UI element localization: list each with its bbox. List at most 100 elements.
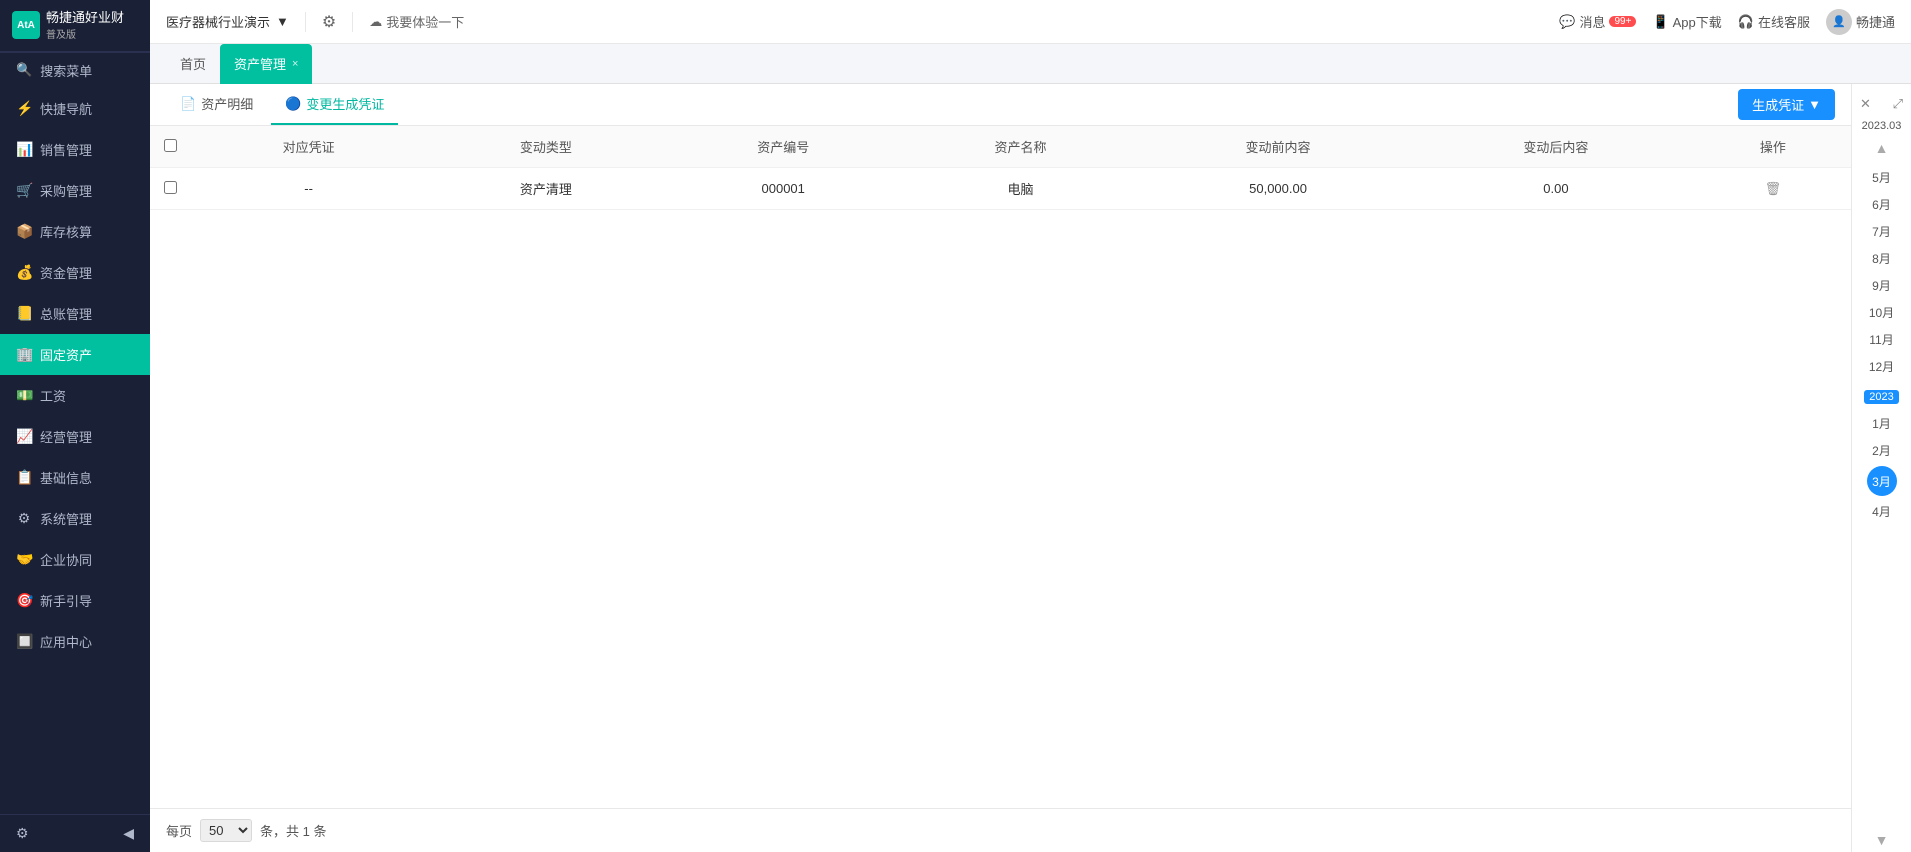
sidebar-item-inventory[interactable]: 📦 库存核算 <box>0 211 150 252</box>
year-2023-badge-wrapper: 2023 <box>1852 384 1911 410</box>
trial-icon: ☁ <box>369 14 382 30</box>
user-profile[interactable]: 👤 畅捷通 <box>1826 9 1895 35</box>
month-9[interactable]: 9月 <box>1852 272 1911 299</box>
sidebar-item-app-center[interactable]: 🔲 应用中心 <box>0 621 150 662</box>
panel-close-button[interactable]: ✕ <box>1860 96 1871 112</box>
system-icon: ⚙ <box>16 510 32 527</box>
panel-nav-up-button[interactable]: ▲ <box>1852 136 1911 160</box>
sidebar-item-sales[interactable]: 📊 销售管理 <box>0 129 150 170</box>
quick-nav-icon: ⚡ <box>16 100 32 117</box>
sidebar-item-fixed-assets[interactable]: 🏢 固定资产 <box>0 334 150 375</box>
month-10[interactable]: 10月 <box>1852 299 1911 326</box>
sidebar-nav: ⚡ 快捷导航 📊 销售管理 🛒 采购管理 📦 库存核算 💰 资金管理 📒 总账管… <box>0 88 150 814</box>
row-operation: 🗑 <box>1695 168 1851 210</box>
app-download-button[interactable]: 📱 App下载 <box>1652 12 1721 31</box>
row-asset-name: 电脑 <box>902 168 1139 210</box>
payroll-icon: 💵 <box>16 387 32 404</box>
month-2023-1[interactable]: 1月 <box>1852 410 1911 437</box>
settings-icon[interactable]: ⚙ <box>16 825 29 842</box>
funds-icon: 💰 <box>16 264 32 281</box>
month-6[interactable]: 6月 <box>1852 191 1911 218</box>
sidebar-item-cooperation[interactable]: 🤝 企业协同 <box>0 539 150 580</box>
sidebar-item-guide[interactable]: 🎯 新手引导 <box>0 580 150 621</box>
message-button[interactable]: 💬 消息 99+ <box>1559 12 1636 31</box>
month-2023-4[interactable]: 4月 <box>1852 498 1911 525</box>
month-2023-2[interactable]: 2月 <box>1852 437 1911 464</box>
topbar-divider-1 <box>305 12 306 32</box>
table-footer: 每页 10 20 50 100 条，共 1 条 <box>150 808 1851 852</box>
operations-icon: 📈 <box>16 428 32 445</box>
panel-expand-button[interactable]: ⤢ <box>1893 96 1903 112</box>
topbar: 医疗器械行业演示 ▼ ⚙ ☁ 我要体验一下 💬 消息 99+ 📱 App下载 🎧… <box>150 0 1911 44</box>
per-page-label: 每页 <box>166 821 192 840</box>
year-2023-badge: 2023 <box>1864 390 1898 404</box>
main-content: 医疗器械行业演示 ▼ ⚙ ☁ 我要体验一下 💬 消息 99+ 📱 App下载 🎧… <box>150 0 1911 852</box>
trial-button[interactable]: ☁ 我要体验一下 <box>369 12 464 31</box>
fixed-assets-icon: 🏢 <box>16 346 32 363</box>
asset-table: 对应凭证 变动类型 资产编号 资产名称 变动前内容 变动后内容 操作 <box>150 126 1851 210</box>
tab-home[interactable]: 首页 <box>166 44 220 84</box>
header-asset-code: 资产编号 <box>665 126 902 168</box>
tab-close-icon[interactable]: × <box>292 58 298 70</box>
company-selector[interactable]: 医疗器械行业演示 ▼ <box>166 12 289 31</box>
cooperation-icon: 🤝 <box>16 551 32 568</box>
service-icon: 🎧 <box>1738 14 1754 30</box>
guide-icon: 🎯 <box>16 592 32 609</box>
generate-dropdown-icon: ▼ <box>1808 97 1821 112</box>
subtab-bar: 📄 资产明细 🔵 变更生成凭证 生成凭证 ▼ <box>150 84 1851 126</box>
collapse-icon[interactable]: ◀ <box>123 825 134 842</box>
sidebar-item-funds[interactable]: 💰 资金管理 <box>0 252 150 293</box>
sidebar-item-purchase[interactable]: 🛒 采购管理 <box>0 170 150 211</box>
sidebar-item-quick-nav[interactable]: ⚡ 快捷导航 <box>0 88 150 129</box>
download-icon: 📱 <box>1652 14 1668 30</box>
topbar-settings-icon[interactable]: ⚙ <box>322 12 336 32</box>
header-change-type: 变动类型 <box>427 126 664 168</box>
header-checkbox-cell <box>150 126 190 168</box>
row-checkbox[interactable] <box>164 181 177 194</box>
month-5[interactable]: 5月 <box>1852 164 1911 191</box>
month-2023-3[interactable]: 3月 <box>1867 466 1897 496</box>
panel-current-period: 2023.03 <box>1856 116 1908 136</box>
table-row: -- 资产清理 000001 电脑 50,000.00 0.00 🗑 <box>150 168 1851 210</box>
customer-service-button[interactable]: 🎧 在线客服 <box>1738 12 1810 31</box>
month-7[interactable]: 7月 <box>1852 218 1911 245</box>
header-after-change: 变动后内容 <box>1417 126 1695 168</box>
select-all-checkbox[interactable] <box>164 139 177 152</box>
topbar-divider-2 <box>352 12 353 32</box>
company-dropdown-icon: ▼ <box>276 14 289 29</box>
right-panel-header: ✕ ⤢ <box>1852 92 1911 116</box>
inventory-icon: 📦 <box>16 223 32 240</box>
total-label: 条，共 1 条 <box>260 821 326 840</box>
sales-icon: 📊 <box>16 141 32 158</box>
table-header-row: 对应凭证 变动类型 资产编号 资产名称 变动前内容 变动后内容 操作 <box>150 126 1851 168</box>
month-11[interactable]: 11月 <box>1852 326 1911 353</box>
sidebar-item-operations[interactable]: 📈 经营管理 <box>0 416 150 457</box>
subtab-asset-detail[interactable]: 📄 资产明细 <box>166 84 267 125</box>
month-8[interactable]: 8月 <box>1852 245 1911 272</box>
header-asset-name: 资产名称 <box>902 126 1139 168</box>
tabbar: 首页 资产管理 × <box>150 44 1911 84</box>
row-voucher: -- <box>190 168 427 210</box>
sidebar: AtA 畅捷通好业财 普及版 🔍 搜索菜单 ⚡ 快捷导航 📊 销售管理 🛒 采购… <box>0 0 150 852</box>
avatar: 👤 <box>1826 9 1852 35</box>
table-wrapper: 对应凭证 变动类型 资产编号 资产名称 变动前内容 变动后内容 操作 <box>150 126 1851 808</box>
generate-voucher-button[interactable]: 生成凭证 ▼ <box>1738 89 1835 120</box>
content-area: 📄 资产明细 🔵 变更生成凭证 生成凭证 ▼ <box>150 84 1851 852</box>
tab-asset-management[interactable]: 资产管理 × <box>220 44 312 84</box>
page-content: 📄 资产明细 🔵 变更生成凭证 生成凭证 ▼ <box>150 84 1911 852</box>
subtab-change-voucher[interactable]: 🔵 变更生成凭证 <box>271 84 398 125</box>
asset-detail-icon: 📄 <box>180 96 196 112</box>
page-size-select[interactable]: 10 20 50 100 <box>200 819 252 842</box>
sidebar-item-payroll[interactable]: 💵 工资 <box>0 375 150 416</box>
sidebar-search[interactable]: 🔍 搜索菜单 <box>0 52 150 88</box>
sidebar-item-ledger[interactable]: 📒 总账管理 <box>0 293 150 334</box>
change-voucher-icon: 🔵 <box>285 96 301 112</box>
month-12[interactable]: 12月 <box>1852 353 1911 380</box>
message-badge: 99+ <box>1609 16 1636 27</box>
sidebar-item-system[interactable]: ⚙ 系统管理 <box>0 498 150 539</box>
sidebar-item-basic-info[interactable]: 📋 基础信息 <box>0 457 150 498</box>
panel-nav-down-button[interactable]: ▼ <box>1852 828 1911 852</box>
message-icon: 💬 <box>1559 14 1575 30</box>
delete-icon[interactable]: 🗑 <box>1765 181 1782 196</box>
sidebar-bottom: ⚙ ◀ <box>0 814 150 852</box>
